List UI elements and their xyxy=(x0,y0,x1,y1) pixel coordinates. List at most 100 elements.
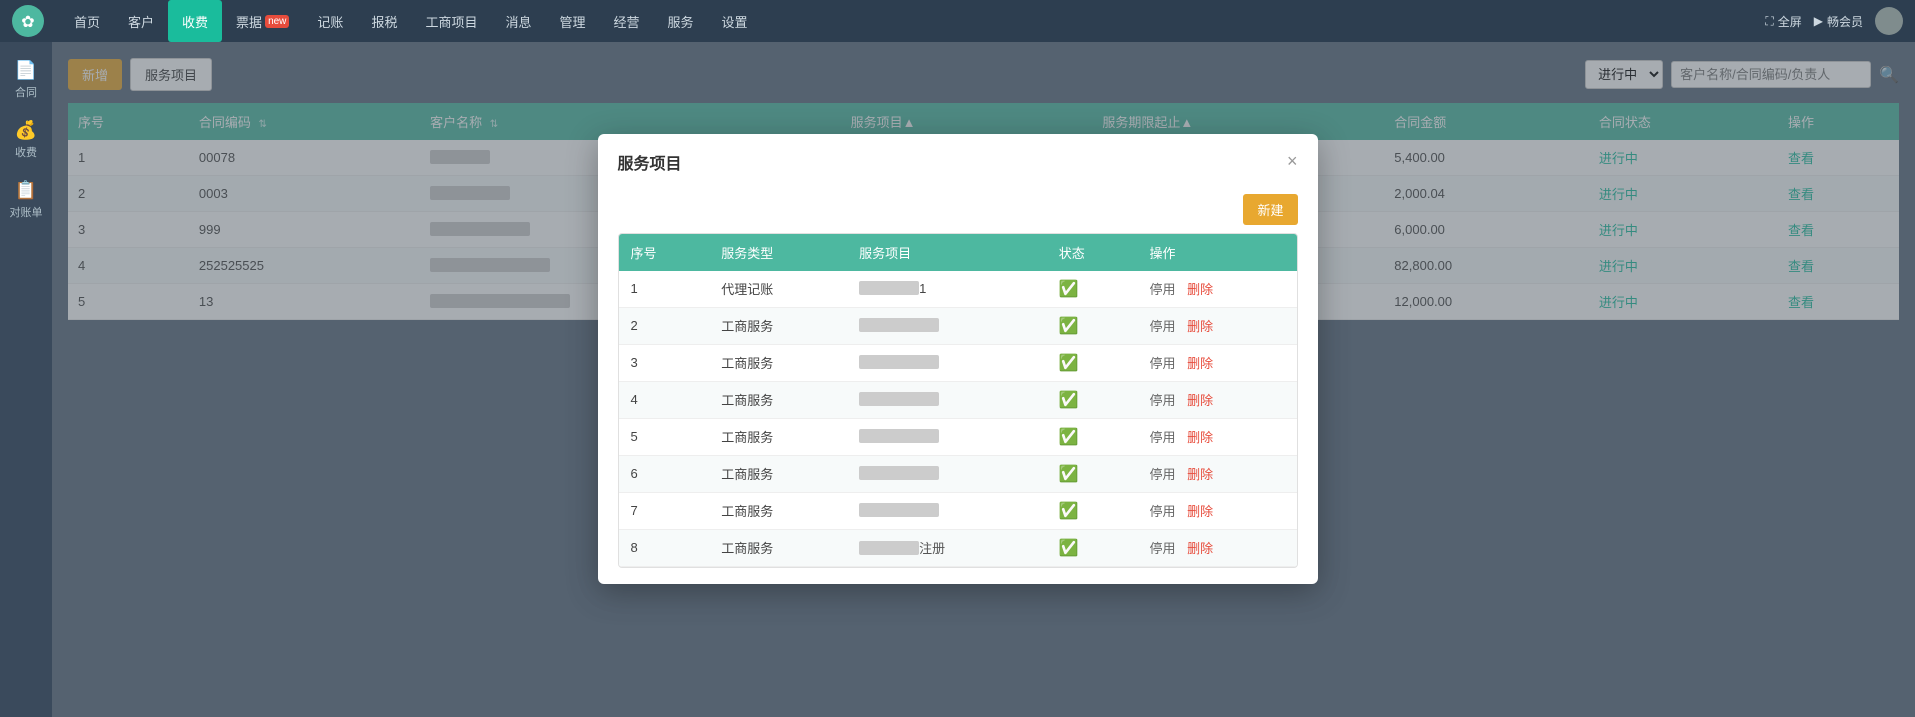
delete-button[interactable]: 删除 xyxy=(1187,282,1213,297)
top-navigation: ✿ 首页 客户 收费 票据 new 记账 报税 工商项目 消息 管理 经营 服务… xyxy=(0,0,1915,42)
modal-cell-seq: 1 xyxy=(619,271,710,308)
status-check-icon: ✅ xyxy=(1059,466,1079,483)
modal-table-row: 3 工商服务 ✅ 停用 删除 xyxy=(619,344,1297,381)
modal-col-seq: 序号 xyxy=(619,234,710,271)
modal-table-wrapper[interactable]: 序号 服务类型 服务项目 状态 操作 1 代理记账 1 ✅ 停用 删除 2 工商… xyxy=(618,233,1298,568)
modal-cell-seq: 2 xyxy=(619,307,710,344)
new-badge: new xyxy=(265,15,289,28)
modal-cell-item xyxy=(847,455,1047,492)
modal-cell-seq: 4 xyxy=(619,381,710,418)
status-check-icon: ✅ xyxy=(1059,392,1079,409)
nav-finance[interactable]: 经营 xyxy=(600,0,654,42)
left-sidebar: 📄 合同 💰 收费 📋 对账单 xyxy=(0,42,52,717)
nav-ticket[interactable]: 票据 new xyxy=(222,0,303,42)
modal-title: 服务项目 xyxy=(618,150,682,174)
delete-button[interactable]: 删除 xyxy=(1187,430,1213,445)
modal-cell-action[interactable]: 停用 删除 xyxy=(1137,492,1296,529)
app-logo[interactable]: ✿ xyxy=(12,5,44,37)
member-btn[interactable]: ▶ 畅会员 xyxy=(1814,13,1863,30)
stop-button[interactable]: 停用 xyxy=(1149,319,1175,334)
sidebar-item-contract-label: 合同 xyxy=(15,84,37,100)
modal-cell-status: ✅ xyxy=(1047,271,1138,308)
modal-col-item: 服务项目 xyxy=(847,234,1047,271)
modal-cell-action[interactable]: 停用 删除 xyxy=(1137,344,1296,381)
delete-button[interactable]: 删除 xyxy=(1187,319,1213,334)
sidebar-item-fee[interactable]: 💰 收费 xyxy=(2,112,50,168)
sidebar-item-reconcile[interactable]: 📋 对账单 xyxy=(2,172,50,228)
delete-button[interactable]: 删除 xyxy=(1187,393,1213,408)
nav-bookkeeping[interactable]: 记账 xyxy=(303,0,357,42)
delete-button[interactable]: 删除 xyxy=(1187,541,1213,556)
nav-home[interactable]: 首页 xyxy=(60,0,114,42)
modal-cell-status: ✅ xyxy=(1047,381,1138,418)
modal-cell-item: 1 xyxy=(847,271,1047,308)
modal-col-status: 状态 xyxy=(1047,234,1138,271)
stop-button[interactable]: 停用 xyxy=(1149,430,1175,445)
modal-cell-status: ✅ xyxy=(1047,455,1138,492)
modal-col-type: 服务类型 xyxy=(709,234,847,271)
nav-shoufe[interactable]: 收费 xyxy=(168,0,222,42)
modal-cell-item xyxy=(847,307,1047,344)
stop-button[interactable]: 停用 xyxy=(1149,467,1175,482)
modal-col-action: 操作 xyxy=(1137,234,1296,271)
status-check-icon: ✅ xyxy=(1059,429,1079,446)
fullscreen-btn[interactable]: ⛶ 全屏 xyxy=(1765,13,1801,30)
modal-cell-type: 工商服务 xyxy=(709,455,847,492)
sidebar-item-reconcile-label: 对账单 xyxy=(10,204,43,220)
status-check-icon: ✅ xyxy=(1059,503,1079,520)
nav-settings[interactable]: 设置 xyxy=(708,0,762,42)
modal-table-row: 4 工商服务 ✅ 停用 删除 xyxy=(619,381,1297,418)
modal-table-row: 6 工商服务 ✅ 停用 删除 xyxy=(619,455,1297,492)
nav-service[interactable]: 服务 xyxy=(654,0,708,42)
modal-cell-type: 工商服务 xyxy=(709,381,847,418)
modal-header: 服务项目 × xyxy=(598,134,1318,186)
modal-cell-action[interactable]: 停用 删除 xyxy=(1137,529,1296,566)
nav-manage[interactable]: 管理 xyxy=(545,0,599,42)
stop-button[interactable]: 停用 xyxy=(1149,541,1175,556)
modal-cell-action[interactable]: 停用 删除 xyxy=(1137,455,1296,492)
avatar[interactable] xyxy=(1875,7,1903,35)
status-check-icon: ✅ xyxy=(1059,281,1079,298)
modal-cell-type: 工商服务 xyxy=(709,307,847,344)
modal-cell-type: 工商服务 xyxy=(709,492,847,529)
sidebar-item-contract[interactable]: 📄 合同 xyxy=(2,52,50,108)
modal-close-button[interactable]: × xyxy=(1287,151,1298,172)
modal-cell-item xyxy=(847,418,1047,455)
nav-right-actions: ⛶ 全屏 ▶ 畅会员 xyxy=(1765,7,1903,35)
modal-cell-type: 工商服务 xyxy=(709,344,847,381)
nav-business[interactable]: 工商项目 xyxy=(411,0,491,42)
delete-button[interactable]: 删除 xyxy=(1187,504,1213,519)
modal-toolbar: 新建 xyxy=(598,186,1318,233)
modal-cell-item: 注册 xyxy=(847,529,1047,566)
status-check-icon: ✅ xyxy=(1059,318,1079,335)
status-check-icon: ✅ xyxy=(1059,355,1079,372)
nav-tax[interactable]: 报税 xyxy=(357,0,411,42)
status-check-icon: ✅ xyxy=(1059,540,1079,557)
service-items-table: 序号 服务类型 服务项目 状态 操作 1 代理记账 1 ✅ 停用 删除 2 工商… xyxy=(619,234,1297,567)
modal-table-row: 1 代理记账 1 ✅ 停用 删除 xyxy=(619,271,1297,308)
modal-cell-action[interactable]: 停用 删除 xyxy=(1137,418,1296,455)
stop-button[interactable]: 停用 xyxy=(1149,282,1175,297)
modal-cell-action[interactable]: 停用 删除 xyxy=(1137,307,1296,344)
fee-icon: 💰 xyxy=(15,120,37,141)
nav-customer[interactable]: 客户 xyxy=(114,0,168,42)
delete-button[interactable]: 删除 xyxy=(1187,467,1213,482)
modal-cell-item xyxy=(847,344,1047,381)
stop-button[interactable]: 停用 xyxy=(1149,504,1175,519)
modal-cell-item xyxy=(847,381,1047,418)
svg-text:✿: ✿ xyxy=(21,14,34,31)
modal-cell-action[interactable]: 停用 删除 xyxy=(1137,381,1296,418)
nav-message[interactable]: 消息 xyxy=(491,0,545,42)
modal-cell-seq: 5 xyxy=(619,418,710,455)
modal-cell-action[interactable]: 停用 删除 xyxy=(1137,271,1296,308)
stop-button[interactable]: 停用 xyxy=(1149,393,1175,408)
modal-table-row: 8 工商服务 注册 ✅ 停用 删除 xyxy=(619,529,1297,566)
play-icon: ▶ xyxy=(1814,14,1823,28)
delete-button[interactable]: 删除 xyxy=(1187,356,1213,371)
modal-cell-seq: 6 xyxy=(619,455,710,492)
modal-cell-seq: 7 xyxy=(619,492,710,529)
fullscreen-icon: ⛶ xyxy=(1765,14,1773,29)
modal-new-button[interactable]: 新建 xyxy=(1243,194,1297,225)
sidebar-item-fee-label: 收费 xyxy=(15,144,37,160)
stop-button[interactable]: 停用 xyxy=(1149,356,1175,371)
